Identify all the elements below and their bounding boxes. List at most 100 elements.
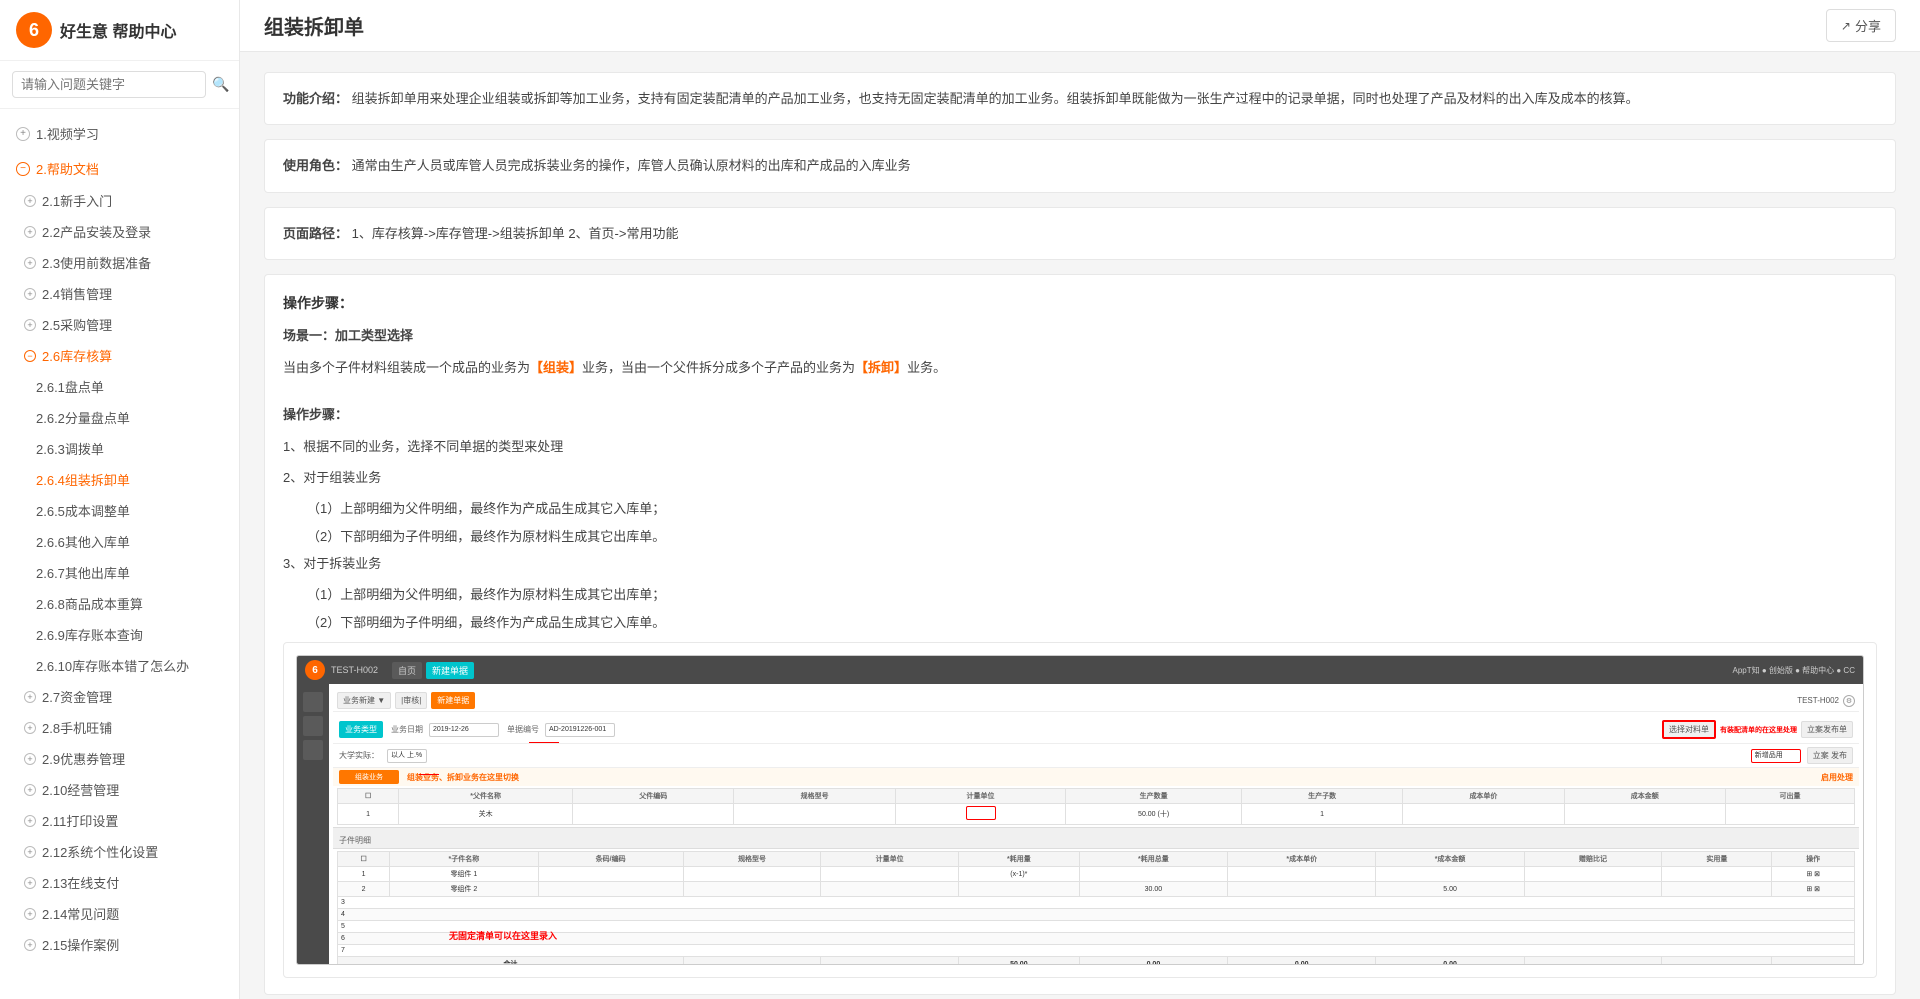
- nav-item-269[interactable]: 2.6.9库存账本查询: [0, 619, 239, 650]
- ss-qiyong-area: 新增品用 立案 发布: [1751, 747, 1853, 764]
- ss-td-check[interactable]: 1: [338, 804, 399, 825]
- ss-sub-td-name2: 零组件 2: [390, 882, 538, 897]
- ss-foot-blank5: 0.00: [1228, 957, 1376, 965]
- search-button[interactable]: 🔍: [212, 76, 229, 93]
- plus-icon: +: [24, 939, 36, 951]
- ss-form-date: 业务日期 2019-12-26: [391, 723, 499, 737]
- ss-sub-td-op[interactable]: ⊞ ⊠: [1772, 867, 1855, 882]
- ss-parent-table: ☐ *父件名称 父件编码 规格型号 计量单位 生产数量 生产子数 成本单价: [337, 788, 1855, 825]
- nav-item-267[interactable]: 2.6.7其他出库单: [0, 557, 239, 588]
- step2a: （1）上部明细为父件明细，最终作为产成品生成其它入库单；: [283, 497, 1877, 520]
- nav-item-266[interactable]: 2.6.6其他入库单: [0, 526, 239, 557]
- ss-sub-table: ☐ *子件名称 条码/编码 规格型号 计量单位 *耗用量 *耗用总量 *成本单价: [337, 851, 1855, 964]
- ss-th-prod-qty: 生产数量: [1066, 789, 1242, 804]
- path-text: 1、库存核算->库存管理->组装拆卸单 2、首页->常用功能: [352, 226, 679, 241]
- nav-item-24[interactable]: + 2.4销售管理: [0, 278, 239, 309]
- ss-date-field[interactable]: 2019-12-26: [429, 723, 499, 737]
- ss-sub-td-op2[interactable]: ⊞ ⊠: [1772, 882, 1855, 897]
- ss-btn-edit[interactable]: |审核|: [395, 692, 427, 709]
- steps-content: 操作步骤： 场景一：加工类型选择 当由多个子件材料组装成一个成品的业务为【组装】…: [264, 274, 1896, 995]
- ss-sub-td-total2: 30.00: [1079, 882, 1227, 897]
- nav-group-videos: + 1.视频学习: [0, 117, 239, 150]
- nav-item-261[interactable]: 2.6.1盘点单: [0, 371, 239, 402]
- nav-item-28[interactable]: + 2.8手机旺铺: [0, 712, 239, 743]
- ss-btn-orange[interactable]: 新建单据: [431, 692, 475, 709]
- nav-item-263[interactable]: 2.6.3调拨单: [0, 433, 239, 464]
- plus-icon: +: [24, 226, 36, 238]
- nav-group-videos-title[interactable]: + 1.视频学习: [0, 117, 239, 150]
- ops-steps-title: 操作步骤：: [283, 295, 353, 311]
- ss-ann2-row: 组装业务 组装业务、拆卸业务在这里切换 启用处理: [333, 768, 1859, 786]
- ss-td-prod-sub: 1: [1241, 804, 1402, 825]
- ss-sub-td-usage: (x-1)*: [958, 867, 1079, 882]
- role-box: 使用角色： 通常由生产人员或库管人员完成拆装业务的操作，库管人员确认原材料的出库…: [264, 139, 1896, 192]
- ss-btn-new[interactable]: 业务新建 ▼: [337, 692, 391, 709]
- nav-item-210[interactable]: + 2.10经营管理: [0, 774, 239, 805]
- feature-intro-label: 功能介绍：: [283, 91, 348, 106]
- nav-item-23[interactable]: + 2.3使用前数据准备: [0, 247, 239, 278]
- ss-qiyong-field[interactable]: 新增品用: [1751, 749, 1801, 763]
- nav-item-213[interactable]: + 2.13在线支付: [0, 867, 239, 898]
- ss-form-bill: 单据编号 AD-20191226-001: [507, 723, 615, 737]
- ss-topbar: 6 TEST-H002 自页 新建单据 AppT知 ● 创始版 ● 帮助中心 ●…: [297, 656, 1863, 684]
- ss-nav-tab2[interactable]: 新建单据: [426, 662, 474, 679]
- ss-th-avail: 可出量: [1725, 789, 1854, 804]
- nav-item-25[interactable]: + 2.5采购管理: [0, 309, 239, 340]
- ss-settings-icon[interactable]: ⚙: [1843, 695, 1855, 707]
- ss-sub-field[interactable]: 以人 上.%: [387, 749, 427, 763]
- nav-item-262[interactable]: 2.6.2分量盘点单: [0, 402, 239, 433]
- nav-item-22[interactable]: + 2.2产品安装及登录: [0, 216, 239, 247]
- ss-td-spec: [734, 804, 895, 825]
- ss-select-btn[interactable]: 选择对料单: [1662, 720, 1716, 739]
- nav-item-212[interactable]: + 2.12系统个性化设置: [0, 836, 239, 867]
- nav-item-265[interactable]: 2.6.5成本调整单: [0, 495, 239, 526]
- ss-btn-process2[interactable]: 立案发布单: [1801, 721, 1853, 738]
- ss-sub-td-unit2: [821, 882, 959, 897]
- nav-item-268[interactable]: 2.6.8商品成本重算: [0, 588, 239, 619]
- ss-sub-td-total: [1079, 867, 1227, 882]
- nav-item-21[interactable]: + 2.1新手入门: [0, 185, 239, 216]
- nav-item-214[interactable]: + 2.14常见问题: [0, 898, 239, 929]
- ss-date-label: 业务日期: [391, 724, 423, 735]
- main-content: 组装拆卸单 ↗ 分享 功能介绍： 组装拆卸单用来处理企业组装或拆卸等加工业务，支…: [240, 0, 1920, 999]
- nav-sub-items-docs: + 2.1新手入门 + 2.2产品安装及登录 + 2.3使用前数据准备 + 2.…: [0, 185, 239, 960]
- nav-item-264[interactable]: 2.6.4组装拆卸单: [0, 464, 239, 495]
- ss-bill-field[interactable]: AD-20191226-001: [545, 723, 615, 737]
- ss-ann3-label: 启用处理: [1821, 772, 1853, 783]
- ss-nav-tab1[interactable]: 自页: [392, 662, 422, 679]
- ss-type-btn[interactable]: 组装业务: [339, 770, 399, 784]
- ss-sub-th-name: *子件名称: [390, 852, 538, 867]
- scene-desc: 当由多个子件材料组装成一个成品的业务为【组装】业务，当由一个父件拆分成多个子产品…: [283, 356, 1877, 379]
- plus-icon: +: [24, 691, 36, 703]
- step3b: （2）下部明细为子件明细，最终作为产成品生成其它入库单。: [283, 611, 1877, 634]
- ss-tab-active[interactable]: 业务类型: [339, 721, 383, 738]
- role-label: 使用角色：: [283, 158, 348, 173]
- nav-item-215[interactable]: + 2.15操作案例: [0, 929, 239, 960]
- ss-th-unit: 计量单位: [895, 789, 1066, 804]
- nav-sub-items-26: 2.6.1盘点单 2.6.2分量盘点单 2.6.3调拨单 2.6.4组装拆卸单 …: [0, 371, 239, 681]
- nav-item-29[interactable]: + 2.9优惠券管理: [0, 743, 239, 774]
- ss-sub-th-unit: 计量单位: [821, 852, 959, 867]
- nav-item-26[interactable]: − 2.6库存核算: [0, 340, 239, 371]
- ss-confirm-btn[interactable]: 立案 发布: [1807, 747, 1853, 764]
- ss-td-code: [573, 804, 734, 825]
- topbar: 组装拆卸单 ↗ 分享: [240, 0, 1920, 52]
- ss-td-avail: [1725, 804, 1854, 825]
- ss-sub-td-empty4: 4: [338, 909, 1855, 921]
- ss-sub-row-2: 2 零组件 2 30.00 5.00: [338, 882, 1855, 897]
- logo-area: 6 好生意 帮助中心: [0, 0, 239, 61]
- nav-item-27[interactable]: + 2.7资金管理: [0, 681, 239, 712]
- ss-foot-blank3: 50.00: [958, 957, 1079, 965]
- scene-label: 场景一：加工类型选择: [283, 328, 413, 343]
- ss-sub-td-spec: [683, 867, 821, 882]
- nav-item-2610[interactable]: 2.6.10库存账本错了怎么办: [0, 650, 239, 681]
- ss-sub-th-usage: *耗用量: [958, 852, 1079, 867]
- search-input[interactable]: [12, 71, 206, 98]
- nav-item-211[interactable]: + 2.11打印设置: [0, 805, 239, 836]
- share-button[interactable]: ↗ 分享: [1826, 9, 1896, 42]
- ss-test-id: TEST-H002: [331, 665, 378, 675]
- nav-group-docs-title[interactable]: − 2.帮助文档: [0, 152, 239, 185]
- ss-th-cost-amt: 成本金额: [1564, 789, 1725, 804]
- ss-sub-td-usage2: [958, 882, 1079, 897]
- ss-unit-field[interactable]: [966, 806, 996, 820]
